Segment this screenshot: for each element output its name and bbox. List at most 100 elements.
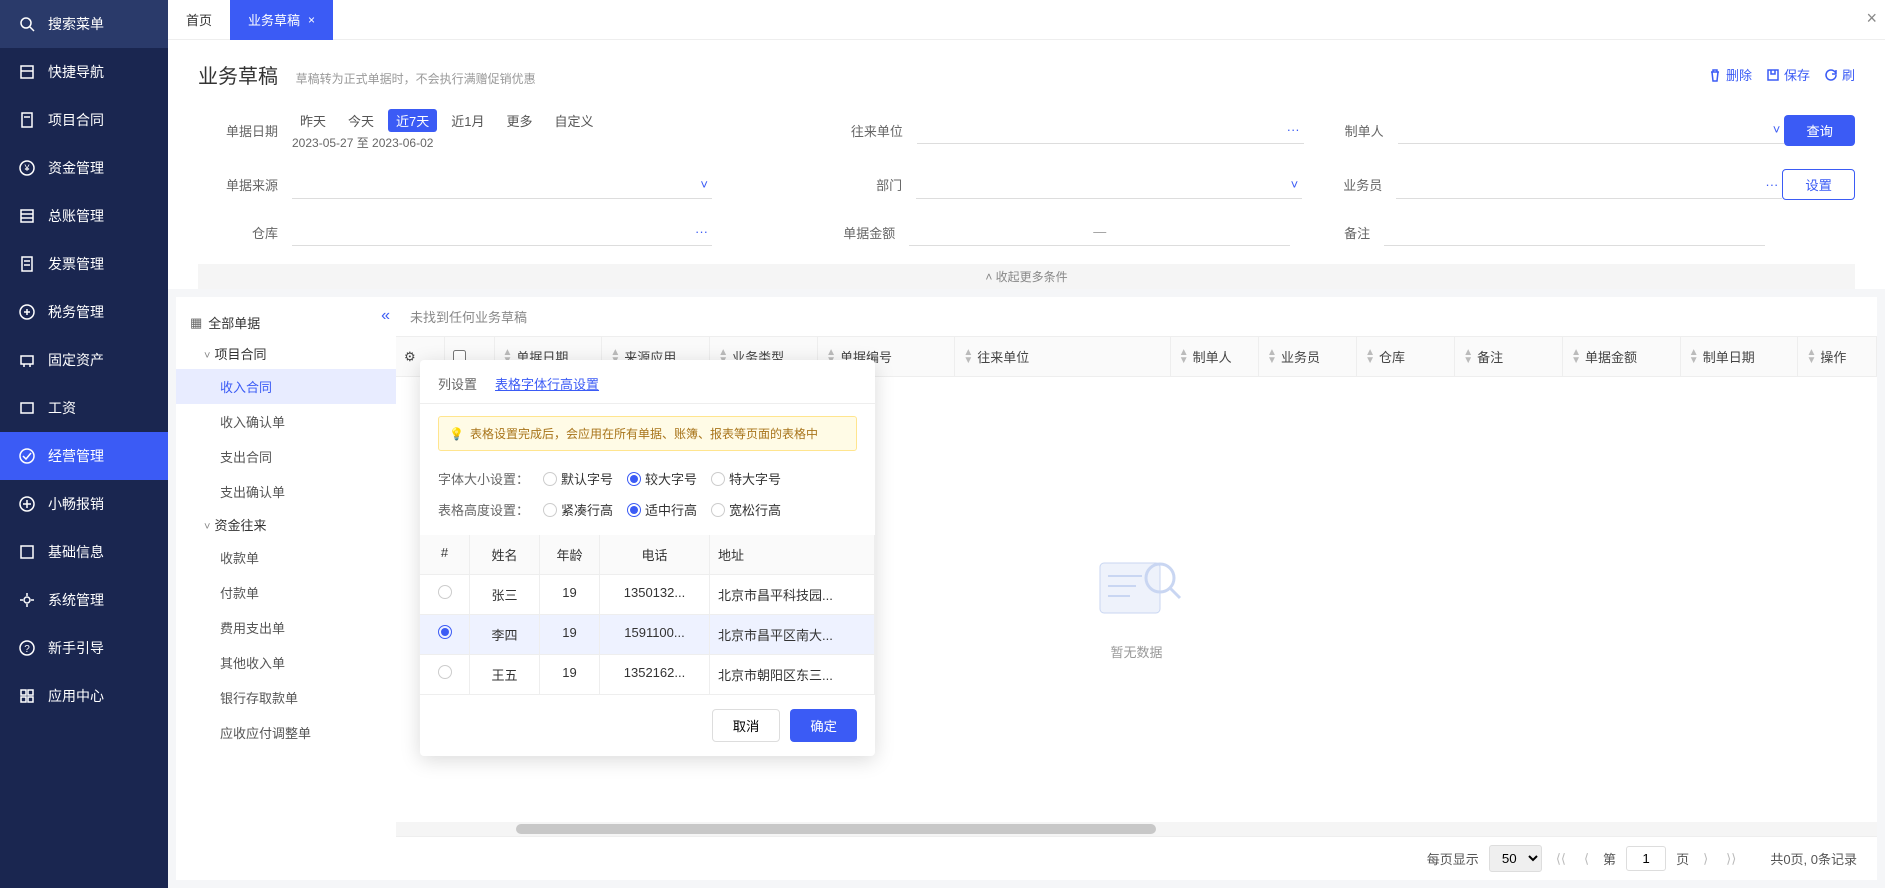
tree-leaf[interactable]: 支出合同 [176, 439, 396, 474]
horizontal-scrollbar[interactable] [396, 822, 1877, 836]
sidebar-item-ledger[interactable]: 总账管理 [0, 192, 168, 240]
filter-remark-input[interactable] [1384, 218, 1765, 246]
pager-first-icon[interactable]: ⟨⟨ [1552, 851, 1570, 867]
tab-draft[interactable]: 业务草稿 × [230, 0, 333, 40]
sidebar-item-reimburse[interactable]: 小畅报销 [0, 480, 168, 528]
sidebar-item-nav[interactable]: 快捷导航 [0, 48, 168, 96]
filter-dept-input[interactable]: ˅ [916, 171, 1302, 199]
sidebar-item-biz[interactable]: 经营管理 [0, 432, 168, 480]
filter-partner-input[interactable]: ··· [917, 116, 1304, 144]
sort-icon[interactable]: ▲▼ [1365, 349, 1375, 365]
sort-icon[interactable]: ▲▼ [1571, 349, 1581, 365]
row-radio-icon[interactable] [438, 625, 452, 639]
filter-amount-input[interactable]: — [909, 218, 1290, 246]
th-col[interactable]: ▲▼制单人 [1171, 337, 1259, 376]
sidebar-item-apps[interactable]: 应用中心 [0, 672, 168, 720]
tree-leaf[interactable]: 银行存取款单 [176, 680, 396, 715]
sort-icon[interactable]: ▲▼ [1267, 349, 1277, 365]
chevron-down-icon[interactable]: ˅ [700, 177, 708, 192]
tab-home[interactable]: 首页 [168, 0, 230, 40]
table-row[interactable]: 张三191350132...北京市昌平科技园... [420, 575, 875, 615]
collapse-filters-button[interactable]: ˄ 收起更多条件 [198, 264, 1855, 289]
tree-leaf[interactable]: 收入合同 [176, 369, 396, 404]
sidebar-item-tax[interactable]: 税务管理 [0, 288, 168, 336]
date-quick-option[interactable]: 近7天 [388, 109, 437, 132]
confirm-button[interactable]: 确定 [790, 709, 857, 742]
date-quick-option[interactable]: 近1月 [443, 109, 492, 132]
more-icon[interactable]: ··· [1287, 122, 1300, 137]
sidebar-item-salary[interactable]: 工资 [0, 384, 168, 432]
date-quick-option[interactable]: 自定义 [547, 109, 602, 132]
delete-button[interactable]: 删除 [1708, 65, 1752, 84]
tab-close-icon[interactable]: × [308, 13, 315, 27]
refresh-button[interactable]: 刷 [1824, 65, 1855, 84]
tree-leaf[interactable]: 支出确认单 [176, 474, 396, 509]
cancel-button[interactable]: 取消 [712, 709, 781, 742]
tree-leaf[interactable]: 费用支出单 [176, 610, 396, 645]
date-quick-option[interactable]: 昨天 [292, 109, 334, 132]
sidebar-item-doc[interactable]: 项目合同 [0, 96, 168, 144]
save-button[interactable]: 保存 [1766, 65, 1810, 84]
th-col[interactable]: ▲▼备注 [1455, 337, 1563, 376]
sort-icon[interactable]: ▲▼ [1689, 349, 1699, 365]
window-close-icon[interactable]: × [1866, 8, 1877, 29]
tree-group[interactable]: 项目合同 [176, 338, 396, 369]
date-quick-option[interactable]: 更多 [499, 109, 541, 132]
sidebar-item-asset[interactable]: 固定资产 [0, 336, 168, 384]
radio-option[interactable]: 紧凑行高 [543, 500, 613, 519]
settings-button[interactable]: 设置 [1782, 169, 1855, 200]
sidebar-item-money[interactable]: ¥资金管理 [0, 144, 168, 192]
tree-leaf[interactable]: 收入确认单 [176, 404, 396, 439]
more-icon[interactable]: ··· [1765, 177, 1778, 192]
th-col[interactable]: ▲▼仓库 [1357, 337, 1455, 376]
sort-icon[interactable]: ▲▼ [963, 349, 973, 365]
th-col[interactable]: ▲▼业务员 [1259, 337, 1357, 376]
sort-icon[interactable]: ▲▼ [1806, 349, 1816, 365]
gear-icon[interactable]: ⚙ [404, 349, 416, 365]
popup-tab-columns[interactable]: 列设置 [438, 374, 477, 393]
sidebar-item-invoice[interactable]: 发票管理 [0, 240, 168, 288]
filter-warehouse-input[interactable]: ··· [292, 218, 712, 246]
tree-group[interactable]: 资金往来 [176, 509, 396, 540]
more-icon[interactable]: ··· [695, 224, 708, 239]
pager-prev-icon[interactable]: ⟨ [1580, 851, 1593, 867]
filter-creator-input[interactable]: ˅ [1398, 116, 1785, 144]
radio-option[interactable]: 较大字号 [627, 469, 697, 488]
sidebar-item-guide[interactable]: ?新手引导 [0, 624, 168, 672]
sort-icon[interactable]: ▲▼ [1463, 349, 1473, 365]
row-radio-icon[interactable] [438, 585, 452, 599]
filter-source-input[interactable]: ˅ [292, 171, 712, 199]
th-col[interactable]: ▲▼单据金额 [1563, 337, 1681, 376]
pager-last-icon[interactable]: ⟩⟩ [1722, 851, 1740, 867]
popup-tab-font-height[interactable]: 表格字体行高设置 [495, 374, 599, 393]
per-page-select[interactable]: 50 [1489, 845, 1542, 872]
row-radio-icon[interactable] [438, 665, 452, 679]
date-quick-option[interactable]: 今天 [340, 109, 382, 132]
scrollbar-thumb[interactable] [516, 824, 1156, 834]
query-button[interactable]: 查询 [1784, 115, 1855, 146]
table-row[interactable]: 李四191591100...北京市昌平区南大... [420, 615, 875, 655]
sidebar-item-search[interactable]: 搜索菜单 [0, 0, 168, 48]
sidebar-item-sys[interactable]: 系统管理 [0, 576, 168, 624]
tree-leaf[interactable]: 应收应付调整单 [176, 715, 396, 750]
tree-leaf[interactable]: 付款单 [176, 575, 396, 610]
radio-option[interactable]: 默认字号 [543, 469, 613, 488]
th-col[interactable]: ▲▼操作 [1798, 337, 1877, 376]
page-input[interactable] [1626, 846, 1666, 871]
radio-option[interactable]: 特大字号 [711, 469, 781, 488]
table-row[interactable]: 王五191352162...北京市朝阳区东三... [420, 655, 875, 695]
filter-sales-input[interactable]: ··· [1396, 171, 1782, 199]
sidebar-item-base[interactable]: 基础信息 [0, 528, 168, 576]
th-col[interactable]: ▲▼制单日期 [1681, 337, 1799, 376]
chevron-down-icon[interactable]: ˅ [1291, 177, 1299, 192]
sort-icon[interactable]: ▲▼ [1179, 349, 1189, 365]
pager-next-icon[interactable]: ⟩ [1699, 851, 1712, 867]
tree-leaf[interactable]: 其他收入单 [176, 645, 396, 680]
radio-option[interactable]: 宽松行高 [711, 500, 781, 519]
chevron-down-icon[interactable]: ˅ [1773, 122, 1781, 137]
doc-tree-all[interactable]: ▦ 全部单据 [176, 307, 396, 338]
tree-leaf[interactable]: 收款单 [176, 540, 396, 575]
th-col[interactable]: ▲▼往来单位 [955, 337, 1170, 376]
tree-collapse-icon[interactable]: « [381, 307, 390, 325]
radio-option[interactable]: 适中行高 [627, 500, 697, 519]
